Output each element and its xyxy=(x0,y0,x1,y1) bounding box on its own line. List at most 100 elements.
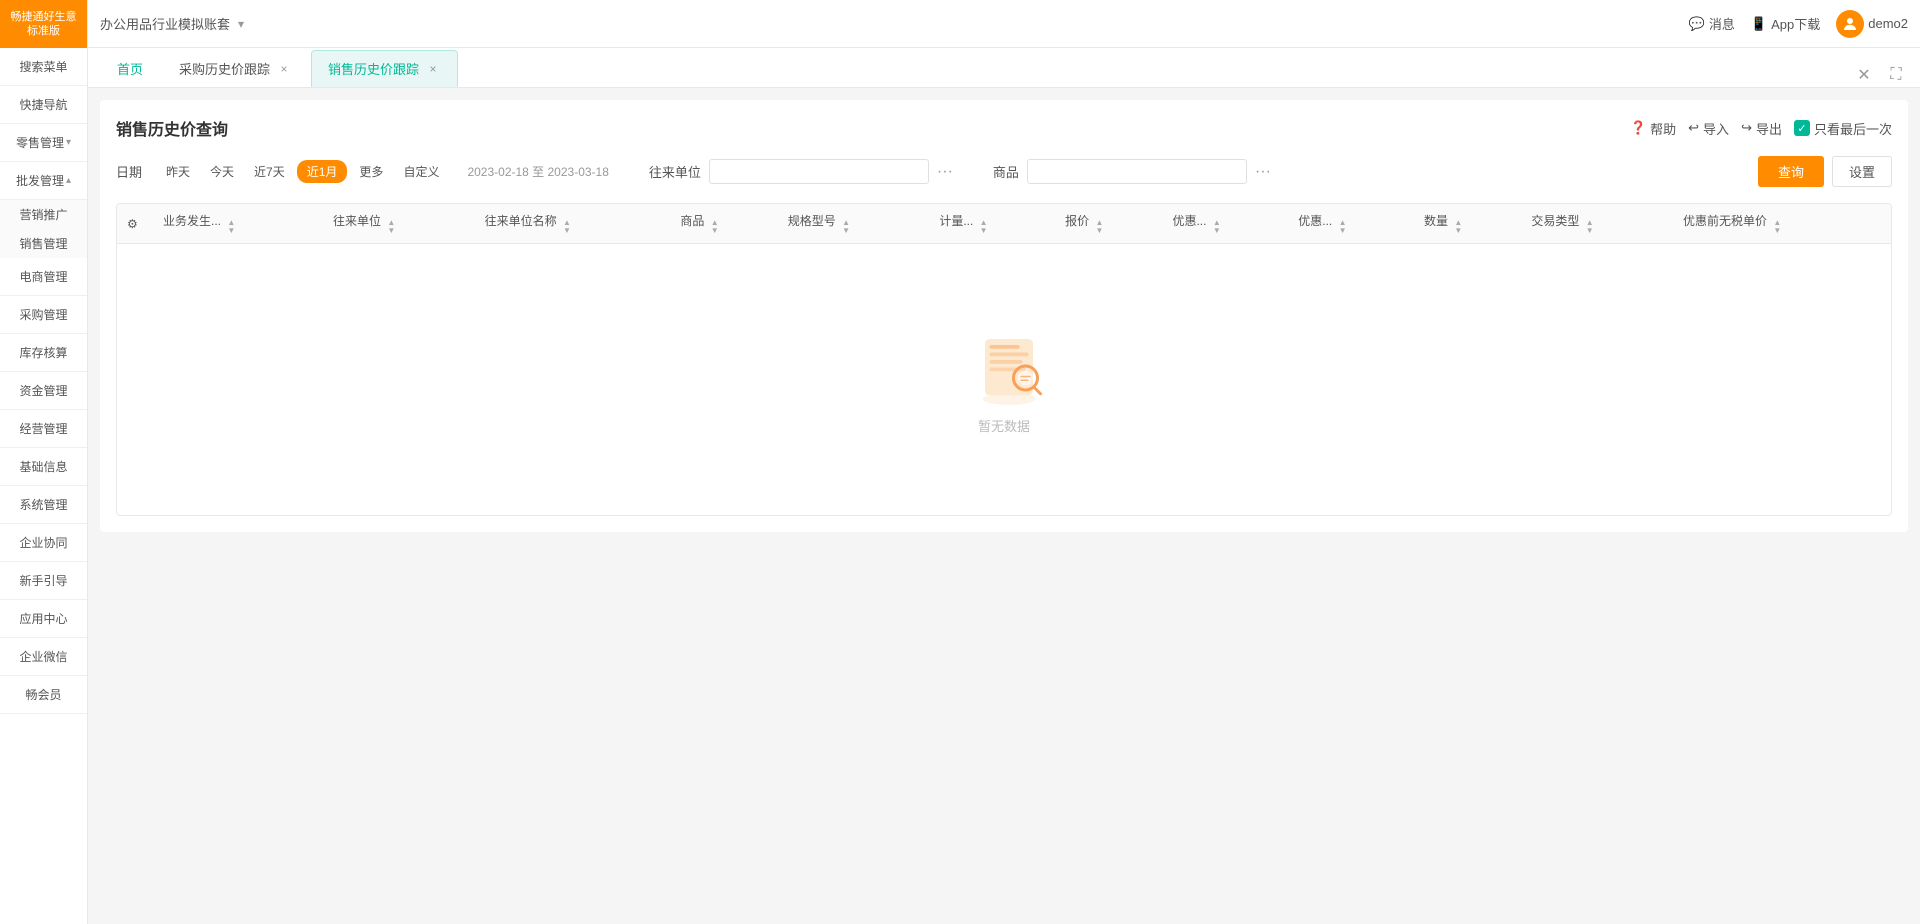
tabs-bar: 首页 采购历史价跟踪 × 销售历史价跟踪 × ✕ ⛶ xyxy=(88,48,1920,88)
sidebar-item-new-guide[interactable]: 新手引导 xyxy=(0,562,87,600)
topbar-right: 💬 消息 📱 App下载 demo2 xyxy=(1689,10,1908,38)
date-btn-today[interactable]: 今天 xyxy=(202,160,242,183)
chevron-up-icon: ▴ xyxy=(66,175,71,186)
sidebar-item-operations-mgmt[interactable]: 经营管理 xyxy=(0,410,87,448)
th-spec[interactable]: 规格型号 ▲▼ xyxy=(778,204,930,244)
data-table: ⚙ 业务发生... ▲▼ 往来单位 ▲▼ 往来单位名称 xyxy=(116,203,1892,516)
th-discount2[interactable]: 优惠... ▲▼ xyxy=(1288,204,1414,244)
close-sales-history-tab[interactable]: × xyxy=(425,61,441,77)
empty-icon xyxy=(964,324,1044,404)
sort-icon: ▲▼ xyxy=(1586,219,1594,235)
avatar xyxy=(1836,10,1864,38)
app-download-btn[interactable]: 📱 App下载 xyxy=(1751,14,1820,33)
topbar-left: 办公用品行业模拟账套 ▾ xyxy=(100,14,244,33)
th-biz-date[interactable]: 业务发生... ▲▼ xyxy=(153,204,323,244)
th-goods[interactable]: 商品 ▲▼ xyxy=(670,204,777,244)
main-content: 办公用品行业模拟账套 ▾ 💬 消息 📱 App下载 demo2 首页 xyxy=(88,0,1920,924)
sidebar-item-quick-nav[interactable]: 快捷导航 xyxy=(0,86,87,124)
sidebar-item-retail-mgmt[interactable]: 零售管理 ▾ xyxy=(0,124,87,162)
sort-icon: ▲▼ xyxy=(563,219,571,235)
date-btn-custom[interactable]: 自定义 xyxy=(395,160,447,183)
th-partner-code[interactable]: 往来单位 ▲▼ xyxy=(323,204,475,244)
sidebar-item-ecommerce-mgmt[interactable]: 电商管理 xyxy=(0,258,87,296)
checkbox-checked-icon: ✓ xyxy=(1794,120,1810,136)
th-quantity[interactable]: 数量 ▲▼ xyxy=(1414,204,1521,244)
sidebar-item-finance-mgmt[interactable]: 资金管理 xyxy=(0,372,87,410)
import-btn[interactable]: ↩ 导入 xyxy=(1688,119,1729,138)
tab-purchase-history[interactable]: 采购历史价跟踪 × xyxy=(162,50,309,87)
page-content: 销售历史价查询 ❓ 帮助 ↩ 导入 ↪ 导出 ✓ xyxy=(88,88,1920,924)
logo-text: 畅捷通好生意 标准版 xyxy=(11,10,77,39)
sort-icon: ▲▼ xyxy=(1339,219,1347,235)
sidebar-item-purchase-mgmt[interactable]: 采购管理 xyxy=(0,296,87,334)
sidebar-item-app-center[interactable]: 应用中心 xyxy=(0,600,87,638)
topbar-title: 办公用品行业模拟账套 xyxy=(100,14,230,33)
sidebar-item-member[interactable]: 畅会员 xyxy=(0,676,87,714)
sort-icon: ▲▼ xyxy=(1454,219,1462,235)
date-range-display: 2023-02-18 至 2023-03-18 xyxy=(467,163,608,180)
page-actions: ❓ 帮助 ↩ 导入 ↪ 导出 ✓ 只看最后一次 xyxy=(1630,119,1892,138)
sort-icon: ▲▼ xyxy=(1213,219,1221,235)
sort-icon: ▲▼ xyxy=(387,219,395,235)
sidebar-item-basic-info[interactable]: 基础信息 xyxy=(0,448,87,486)
gear-icon[interactable]: ⚙ xyxy=(127,217,138,231)
close-all-tabs-btn[interactable]: ✕ xyxy=(1852,63,1876,87)
partner-filter: 往来单位 ··· xyxy=(649,159,953,184)
th-price[interactable]: 报价 ▲▼ xyxy=(1055,204,1162,244)
app-download-icon: 📱 xyxy=(1751,16,1767,32)
sidebar-item-enterprise[interactable]: 企业协同 xyxy=(0,524,87,562)
settings-button[interactable]: 设置 xyxy=(1832,156,1892,187)
th-discount1[interactable]: 优惠... ▲▼ xyxy=(1162,204,1288,244)
tab-sales-history[interactable]: 销售历史价跟踪 × xyxy=(311,50,458,87)
sort-icon: ▲▼ xyxy=(1095,219,1103,235)
goods-filter: 商品 ··· xyxy=(993,159,1271,184)
empty-state: 暂无数据 xyxy=(117,244,1891,515)
partner-input-dots[interactable]: ··· xyxy=(937,163,953,181)
date-btn-more[interactable]: 更多 xyxy=(351,160,391,183)
sidebar-item-system-mgmt[interactable]: 系统管理 xyxy=(0,486,87,524)
export-icon: ↪ xyxy=(1741,120,1752,136)
help-btn[interactable]: ❓ 帮助 xyxy=(1630,119,1676,138)
tab-home[interactable]: 首页 xyxy=(100,50,160,87)
close-purchase-history-tab[interactable]: × xyxy=(276,61,292,77)
import-icon: ↩ xyxy=(1688,120,1699,136)
chevron-down-icon: ▾ xyxy=(66,137,71,148)
th-unit[interactable]: 计量... ▲▼ xyxy=(929,204,1055,244)
sidebar-item-wholesale-mgmt[interactable]: 批发管理 ▴ xyxy=(0,162,87,200)
partner-filter-label: 往来单位 xyxy=(649,162,701,181)
sort-icon: ▲▼ xyxy=(227,219,235,235)
date-buttons: 昨天 今天 近7天 近1月 更多 自定义 xyxy=(158,160,447,183)
sort-icon: ▲▼ xyxy=(1773,219,1781,235)
table: ⚙ 业务发生... ▲▼ 往来单位 ▲▼ 往来单位名称 xyxy=(117,204,1891,244)
page-header: 销售历史价查询 ❓ 帮助 ↩ 导入 ↪ 导出 ✓ xyxy=(116,116,1892,140)
maximize-btn[interactable]: ⛶ xyxy=(1884,63,1908,87)
date-filter-label: 日期 xyxy=(116,162,142,181)
topbar: 办公用品行业模拟账套 ▾ 💬 消息 📱 App下载 demo2 xyxy=(88,0,1920,48)
date-btn-yesterday[interactable]: 昨天 xyxy=(158,160,198,183)
date-btn-7days[interactable]: 近7天 xyxy=(246,160,293,183)
th-trade-type[interactable]: 交易类型 ▲▼ xyxy=(1521,204,1673,244)
th-gear: ⚙ xyxy=(117,204,153,244)
sidebar-item-inventory[interactable]: 库存核算 xyxy=(0,334,87,372)
sidebar-item-enterprise-wechat[interactable]: 企业微信 xyxy=(0,638,87,676)
search-button[interactable]: 查询 xyxy=(1758,156,1824,187)
empty-text: 暂无数据 xyxy=(978,416,1030,435)
sidebar: 畅捷通好生意 标准版 搜索菜单 快捷导航 零售管理 ▾ 批发管理 ▴ 营销推广 … xyxy=(0,0,88,924)
date-btn-1month[interactable]: 近1月 xyxy=(297,160,348,183)
export-btn[interactable]: ↪ 导出 xyxy=(1741,119,1782,138)
sidebar-item-search-menu[interactable]: 搜索菜单 xyxy=(0,48,87,86)
th-tax-free-price[interactable]: 优惠前无税单价 ▲▼ xyxy=(1673,204,1891,244)
sidebar-item-marketing[interactable]: 营销推广 xyxy=(0,200,87,229)
goods-input[interactable] xyxy=(1027,159,1247,184)
message-btn[interactable]: 💬 消息 xyxy=(1689,14,1735,33)
goods-filter-label: 商品 xyxy=(993,162,1019,181)
user-menu[interactable]: demo2 xyxy=(1836,10,1908,38)
th-partner-name[interactable]: 往来单位名称 ▲▼ xyxy=(475,204,671,244)
sort-icon: ▲▼ xyxy=(711,219,719,235)
topbar-dropdown-icon[interactable]: ▾ xyxy=(238,17,244,31)
only-last-checkbox[interactable]: ✓ 只看最后一次 xyxy=(1794,119,1892,138)
partner-input[interactable] xyxy=(709,159,929,184)
goods-input-dots[interactable]: ··· xyxy=(1255,163,1271,181)
sidebar-item-sales-mgmt[interactable]: 销售管理 xyxy=(0,229,87,258)
filter-row: 日期 昨天 今天 近7天 近1月 更多 自定义 2023-02-18 至 202… xyxy=(116,156,1892,187)
